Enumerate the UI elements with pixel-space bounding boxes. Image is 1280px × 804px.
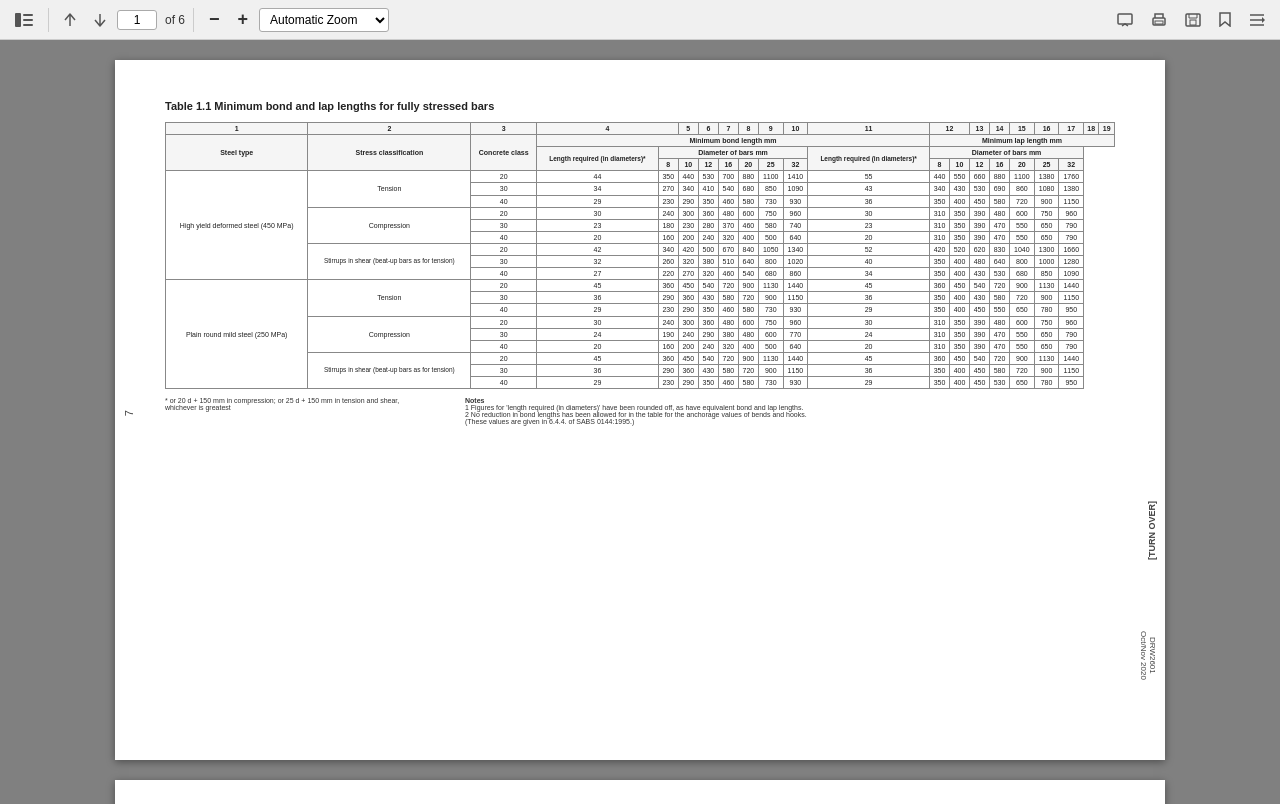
zoom-select[interactable]: Automatic Zoom Actual Size Page Fit Page… — [259, 8, 389, 32]
d10-bond: 10 — [678, 159, 698, 171]
next-page-button[interactable] — [87, 8, 113, 32]
svg-rect-4 — [1118, 14, 1132, 24]
d25-bond: 25 — [758, 159, 783, 171]
svg-rect-1 — [23, 14, 33, 16]
d8-lap: 8 — [929, 159, 949, 171]
page-total-label: of 6 — [165, 13, 185, 27]
save-button[interactable] — [1178, 8, 1208, 32]
col-18-num: 18 — [1084, 123, 1099, 135]
presentation-button[interactable] — [1110, 8, 1140, 32]
svg-marker-9 — [1262, 17, 1265, 23]
separator-1 — [48, 8, 49, 32]
length-req-lap-header: Length required (in diameters)* — [808, 147, 930, 171]
drw-label: DRW2601 Oct/Nov 2020 — [1139, 631, 1157, 680]
col-13-num: 13 — [970, 123, 990, 135]
stirrups-hy: Stirrups in shear (beat-up bars as for t… — [308, 243, 471, 279]
col-12-num: 12 — [929, 123, 969, 135]
svg-rect-6 — [1155, 21, 1163, 24]
col-19-num: 19 — [1099, 123, 1115, 135]
col-5-num: 5 — [678, 123, 698, 135]
col-15-num: 15 — [1010, 123, 1035, 135]
table-title: Table 1.1 Minimum bond and lap lengths f… — [165, 100, 1115, 112]
table-row: Plain round mild steel (250 MPa) Tension… — [166, 280, 1115, 292]
main-header-row: Steel type Stress classification Concret… — [166, 135, 1115, 147]
prev-page-button[interactable] — [57, 8, 83, 32]
d12-bond: 12 — [698, 159, 718, 171]
footnote-right: Notes 1 Figures for 'length required (in… — [465, 397, 1115, 425]
d16-lap: 16 — [990, 159, 1010, 171]
table-row: Compression 20 30 240300360480600750960 … — [166, 316, 1115, 328]
d32-bond: 32 — [783, 159, 808, 171]
separator-2 — [193, 8, 194, 32]
col-16-num: 16 — [1034, 123, 1059, 135]
table-row: Compression 20 30 240300360480600750960 … — [166, 207, 1115, 219]
diam-bars-bond-header: Diameter of bars mm — [658, 147, 807, 159]
pdf-page-2-partial — [115, 780, 1165, 804]
turn-over-label: [TURN OVER] — [1147, 501, 1157, 560]
bookmark-button[interactable] — [1212, 7, 1238, 32]
footnote-2: 2 No reduction in bond lengths has been … — [465, 411, 1115, 418]
table-row: Stirrups in shear (beat-up bars as for t… — [166, 352, 1115, 364]
steel-type-header: Steel type — [166, 135, 308, 171]
cc-20-t1: 20 — [471, 171, 537, 183]
d20-bond: 20 — [738, 159, 758, 171]
pdf-page-1: 7 Table 1.1 Minimum bond and lap lengths… — [115, 60, 1165, 760]
compression-hy: Compression — [308, 207, 471, 243]
compression-pr: Compression — [308, 316, 471, 352]
col-3-num: 3 — [471, 123, 537, 135]
d25-lap: 25 — [1034, 159, 1059, 171]
footnotes: * or 20 d + 150 mm in compression; or 25… — [165, 397, 1115, 425]
d8-bond: 8 — [658, 159, 678, 171]
col-11-num: 11 — [808, 123, 930, 135]
svg-rect-3 — [23, 24, 33, 26]
steel-type-pr: Plain round mild steel (250 MPa) — [166, 280, 308, 389]
page-number-side: 7 — [123, 410, 135, 416]
toolbar-right — [1110, 7, 1272, 32]
more-tools-button[interactable] — [1242, 8, 1272, 32]
d16-bond: 16 — [718, 159, 738, 171]
d32-lap: 32 — [1059, 159, 1084, 171]
col-8-num: 8 — [738, 123, 758, 135]
footnote-1: 1 Figures for 'length required (in diame… — [465, 404, 1115, 411]
col-17-num: 17 — [1059, 123, 1084, 135]
tension-hy: Tension — [308, 171, 471, 207]
table-row: Stirrups in shear (beat-up bars as for t… — [166, 243, 1115, 255]
col-2-num: 2 — [308, 123, 471, 135]
steel-type-hy: High yield deformed steel (450 MPa) — [166, 171, 308, 280]
concrete-class-header: Concrete class — [471, 135, 537, 171]
diam-bars-lap-header: Diameter of bars mm — [929, 147, 1083, 159]
col-9-num: 9 — [758, 123, 783, 135]
length-req-bond-header: Length required (in diameters)* — [537, 147, 659, 171]
svg-rect-2 — [23, 19, 33, 21]
print-button[interactable] — [1144, 8, 1174, 32]
footnote-title: Notes — [465, 397, 1115, 404]
svg-rect-0 — [15, 13, 21, 27]
col-number-row: 1 2 3 4 5 6 7 8 9 10 11 12 13 14 15 16 1 — [166, 123, 1115, 135]
toolbar: of 6 − + Automatic Zoom Actual Size Page… — [0, 0, 1280, 40]
d12-lap: 12 — [970, 159, 990, 171]
zoom-out-button[interactable]: − — [202, 4, 227, 35]
page-number-input[interactable] — [117, 10, 157, 30]
toggle-sidebar-button[interactable] — [8, 8, 40, 32]
svg-rect-8 — [1190, 20, 1196, 25]
col-14-num: 14 — [990, 123, 1010, 135]
tension-pr: Tension — [308, 280, 471, 316]
lap-length-header: Minimum lap length mm — [929, 135, 1114, 147]
col-6-num: 6 — [698, 123, 718, 135]
bond-length-header: Minimum bond length mm — [537, 135, 930, 147]
col-1-num: 1 — [166, 123, 308, 135]
table-row: High yield deformed steel (450 MPa) Tens… — [166, 171, 1115, 183]
footnote-left: * or 20 d + 150 mm in compression; or 25… — [165, 397, 425, 425]
col-4-num: 4 — [537, 123, 679, 135]
pdf-viewer[interactable]: 7 Table 1.1 Minimum bond and lap lengths… — [0, 40, 1280, 804]
d10-lap: 10 — [949, 159, 969, 171]
d20-lap: 20 — [1010, 159, 1035, 171]
bond-lap-table: 1 2 3 4 5 6 7 8 9 10 11 12 13 14 15 16 1 — [165, 122, 1115, 389]
col-7-num: 7 — [718, 123, 738, 135]
col-10-num: 10 — [783, 123, 808, 135]
zoom-in-button[interactable]: + — [231, 4, 256, 35]
stirrups-pr: Stirrups in shear (beat-up bars as for t… — [308, 352, 471, 388]
stress-class-header: Stress classification — [308, 135, 471, 171]
footnote-3: (These values are given in 6.4.4. of SAB… — [465, 418, 1115, 425]
